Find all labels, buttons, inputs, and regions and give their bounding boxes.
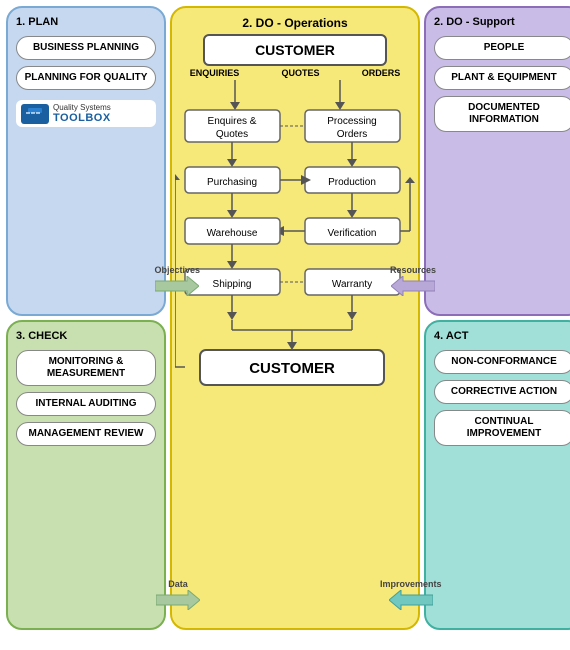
check-title: 3. CHECK	[16, 330, 156, 342]
check-panel: 3. CHECK MONITORING & MEASUREMENT INTERN…	[6, 320, 166, 630]
svg-text:Warehouse: Warehouse	[207, 228, 258, 239]
svg-text:Enquires &: Enquires &	[208, 116, 257, 127]
do-ops-title: 2. DO - Operations	[180, 16, 410, 30]
enquiries-label: ENQUIRIES	[190, 68, 240, 78]
do-support-title: 2. DO - Support	[434, 16, 570, 28]
toolbox-qs: Quality Systems	[53, 103, 111, 112]
continual-improvement-box: CONTINUAL IMPROVEMENT	[434, 410, 570, 446]
orders-label: ORDERS	[362, 68, 401, 78]
plan-panel: 1. PLAN BUSINESS PLANNING PLANNING FOR Q…	[6, 6, 166, 316]
internal-auditing-box: INTERNAL AUDITING	[16, 392, 156, 416]
svg-text:Quotes: Quotes	[216, 129, 248, 140]
improvements-arrow-svg	[389, 590, 433, 610]
svg-text:Warranty: Warranty	[332, 279, 372, 290]
toolbox-icon-graphic	[21, 104, 49, 124]
svg-text:Production: Production	[328, 177, 376, 188]
svg-text:CUSTOMER: CUSTOMER	[249, 360, 335, 377]
planning-quality-box: PLANNING FOR QUALITY	[16, 66, 156, 90]
do-ops-panel: 2. DO - Operations CUSTOMER ENQUIRIES QU…	[170, 6, 420, 630]
plan-title: 1. PLAN	[16, 16, 156, 28]
act-title: 4. ACT	[434, 330, 570, 342]
management-review-box: MANAGEMENT REVIEW	[16, 422, 156, 446]
customer-top-box: CUSTOMER	[203, 34, 387, 66]
toolbox-tb: TOOLBOX	[53, 112, 111, 124]
objectives-arrow-svg	[155, 276, 199, 296]
do-support-panel: 2. DO - Support PEOPLE PLANT & EQUIPMENT…	[424, 6, 570, 316]
svg-text:Processing: Processing	[327, 116, 376, 127]
act-panel: 4. ACT NON-CONFORMANCE CORRECTIVE ACTION…	[424, 320, 570, 630]
data-label: Data	[168, 579, 188, 589]
plant-equipment-box: PLANT & EQUIPMENT	[434, 66, 570, 90]
toolbox-text: Quality Systems TOOLBOX	[53, 103, 111, 124]
svg-text:Purchasing: Purchasing	[207, 177, 257, 188]
resources-arrow-container: Resources	[390, 265, 436, 296]
labels-row: ENQUIRIES QUOTES ORDERS	[186, 68, 405, 78]
business-planning-box: BUSINESS PLANNING	[16, 36, 156, 60]
toolbox-logo: Quality Systems TOOLBOX	[16, 100, 156, 127]
people-box: PEOPLE	[434, 36, 570, 60]
documented-info-box: DOCUMENTED INFORMATION	[434, 96, 570, 132]
corrective-action-box: CORRECTIVE ACTION	[434, 380, 570, 404]
monitoring-box: MONITORING & MEASUREMENT	[16, 350, 156, 386]
data-arrow-svg	[156, 590, 200, 610]
ops-flow-svg: Enquires & Quotes Processing Orders Purc…	[175, 80, 415, 530]
improvements-label: Improvements	[380, 579, 442, 589]
resources-arrow-svg	[391, 276, 435, 296]
objectives-label: Objectives	[154, 265, 200, 275]
objectives-arrow-container: Objectives	[154, 265, 200, 296]
ops-content: CUSTOMER ENQUIRIES QUOTES ORDERS	[180, 34, 410, 530]
data-arrow-container: Data	[156, 579, 200, 610]
main-layout: 1. PLAN BUSINESS PLANNING PLANNING FOR Q…	[0, 0, 570, 650]
resources-label: Resources	[390, 265, 436, 275]
improvements-arrow-container: Improvements	[380, 579, 442, 610]
svg-text:Verification: Verification	[328, 228, 377, 239]
svg-text:Shipping: Shipping	[213, 279, 252, 290]
quotes-label: QUOTES	[281, 68, 319, 78]
svg-text:Orders: Orders	[337, 129, 368, 140]
non-conformance-box: NON-CONFORMANCE	[434, 350, 570, 374]
